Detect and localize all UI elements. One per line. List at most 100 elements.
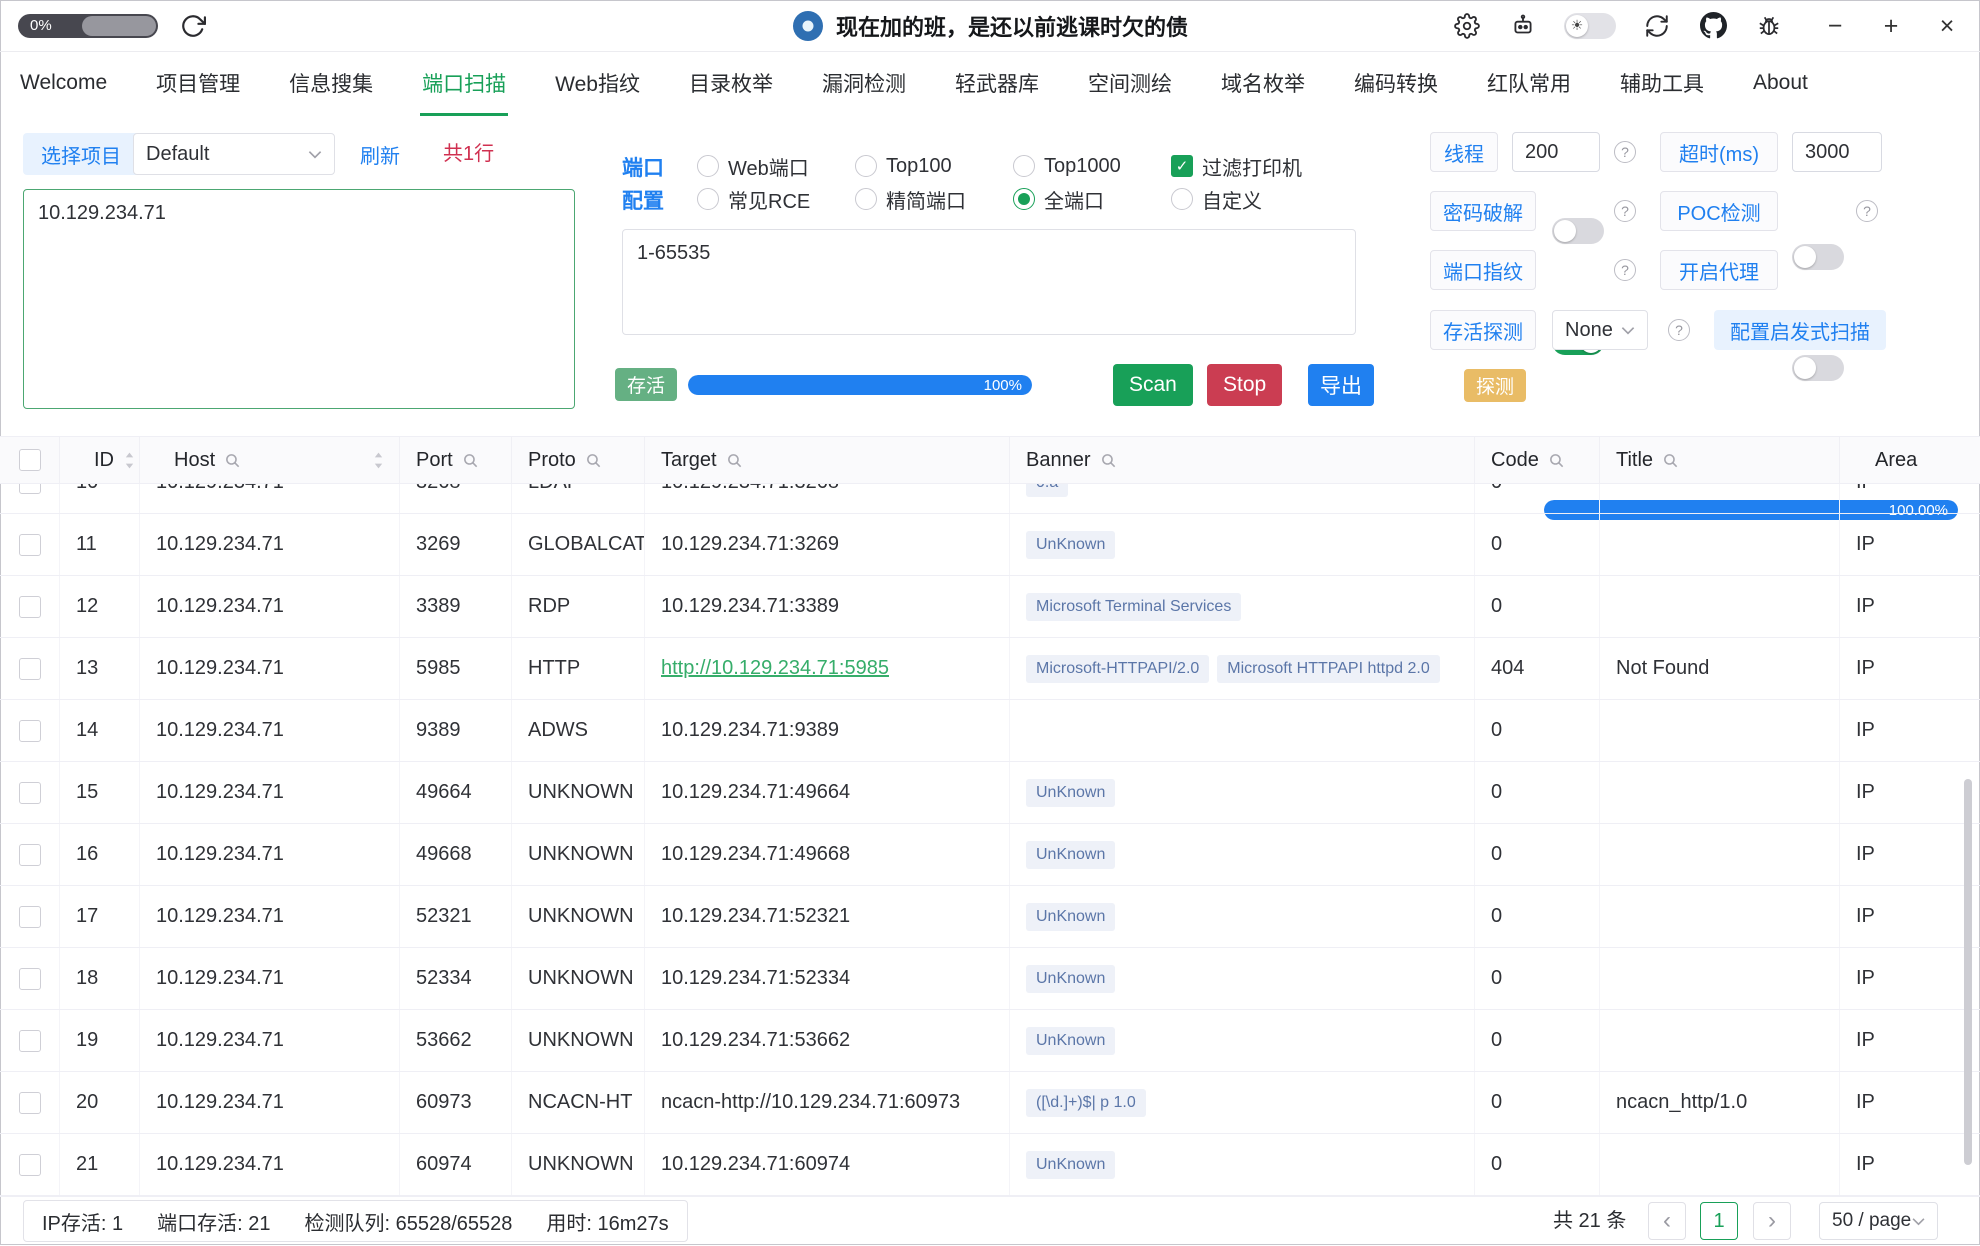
help-icon[interactable]: [1614, 200, 1636, 222]
search-icon[interactable]: [726, 452, 743, 469]
target-link[interactable]: http://10.129.234.71:5985: [661, 657, 889, 680]
nav-tab-9[interactable]: 域名枚举: [1219, 52, 1307, 116]
alive-probe-value: None: [1565, 318, 1613, 341]
column-header-port: Port: [400, 437, 512, 483]
row-checkbox[interactable]: [18, 484, 41, 494]
settings-gear-icon[interactable]: [1452, 11, 1482, 41]
row-checkbox[interactable]: [18, 1091, 41, 1114]
column-label: ID: [94, 448, 114, 471]
prev-page-button[interactable]: [1648, 1202, 1686, 1240]
row-checkbox[interactable]: [18, 843, 41, 866]
project-select[interactable]: Default: [133, 133, 335, 175]
close-button[interactable]: [1932, 11, 1962, 41]
cell-code: 0: [1475, 824, 1600, 885]
help-icon[interactable]: [1668, 319, 1690, 341]
nav-tab-7[interactable]: 轻武器库: [953, 52, 1041, 116]
sort-icon[interactable]: [123, 451, 136, 470]
sort-icon[interactable]: [372, 451, 385, 470]
search-icon[interactable]: [585, 452, 602, 469]
scan-button[interactable]: Scan: [1113, 364, 1193, 406]
proxy-toggle[interactable]: [1792, 355, 1844, 381]
row-checkbox[interactable]: [18, 1153, 41, 1176]
row-checkbox[interactable]: [18, 967, 41, 990]
cell-area: IP: [1856, 533, 1875, 555]
help-icon[interactable]: [1614, 259, 1636, 281]
minimize-button[interactable]: [1820, 11, 1850, 41]
radio-option-2-3[interactable]: 自定义: [1171, 185, 1262, 214]
row-checkbox[interactable]: [18, 657, 41, 680]
current-page[interactable]: 1: [1700, 1202, 1738, 1240]
cell-proto: GLOBALCAT: [512, 514, 645, 575]
radio-option-2-1[interactable]: 精简端口: [855, 185, 1013, 214]
titlebar: 0% 现在加的班，是还以前逃课时欠的债: [0, 0, 1980, 52]
password-crack-toggle[interactable]: [1552, 218, 1604, 244]
row-checkbox[interactable]: [18, 533, 41, 556]
alive-probe-select[interactable]: None: [1552, 310, 1648, 350]
row-checkbox[interactable]: [18, 781, 41, 804]
nav-tab-2[interactable]: 信息搜集: [287, 52, 375, 116]
nav-tab-11[interactable]: 红队常用: [1485, 52, 1573, 116]
cell-port: 49664: [400, 762, 512, 823]
sync-icon[interactable]: [1642, 11, 1672, 41]
table-scrollbar[interactable]: [1964, 779, 1972, 1165]
nav-tab-6[interactable]: 漏洞检测: [820, 52, 908, 116]
page-size-select[interactable]: 50 / page: [1819, 1202, 1938, 1240]
select-project-button[interactable]: 选择项目: [23, 133, 139, 175]
reload-icon[interactable]: [178, 11, 208, 41]
timeout-input[interactable]: [1792, 132, 1882, 172]
robot-icon[interactable]: [1508, 11, 1538, 41]
cell-id: 20: [60, 1072, 140, 1133]
stop-button[interactable]: Stop: [1207, 364, 1283, 406]
select-all-checkbox[interactable]: [18, 449, 41, 471]
refresh-button[interactable]: 刷新: [360, 133, 400, 175]
radio-icon: [855, 155, 877, 177]
page-size-value: 50 / page: [1832, 1210, 1912, 1231]
radio-option-2-2[interactable]: 全端口: [1013, 185, 1171, 214]
checkbox-option-1-3[interactable]: 过滤打印机: [1171, 152, 1302, 181]
nav-tab-8[interactable]: 空间测绘: [1086, 52, 1174, 116]
table-row: 12 10.129.234.71 3389 RDP 10.129.234.71:3389…: [0, 576, 1980, 638]
nav-tab-12[interactable]: 辅助工具: [1618, 52, 1706, 116]
nav-tab-3[interactable]: 端口扫描: [420, 52, 509, 116]
radio-option-1-2[interactable]: Top1000: [1013, 155, 1171, 178]
export-button[interactable]: 导出: [1308, 364, 1374, 406]
help-icon[interactable]: [1614, 141, 1636, 163]
poc-detect-toggle[interactable]: [1792, 244, 1844, 270]
column-header-select: [0, 437, 60, 483]
next-page-button[interactable]: [1753, 1202, 1791, 1240]
theme-toggle[interactable]: [1564, 12, 1616, 39]
row-checkbox[interactable]: [18, 719, 41, 742]
search-icon[interactable]: [462, 452, 479, 469]
bug-icon[interactable]: [1754, 11, 1784, 41]
maximize-button[interactable]: [1876, 11, 1906, 41]
nav-tab-10[interactable]: 编码转换: [1352, 52, 1440, 116]
cell-select: [0, 886, 60, 947]
cell-target: 10.129.234.71:49664: [645, 762, 1010, 823]
column-label: Port: [416, 448, 453, 471]
search-icon[interactable]: [224, 452, 241, 469]
search-icon[interactable]: [1548, 452, 1565, 469]
row-checkbox[interactable]: [18, 905, 41, 928]
table-body: 1010.129.234.713268LDAP10.129.234.71:326…: [0, 484, 1980, 1196]
radio-option-1-1[interactable]: Top100: [855, 155, 1013, 178]
cell-target: 10.129.234.71:52334: [645, 948, 1010, 1009]
github-icon[interactable]: [1698, 11, 1728, 41]
nav-tab-0[interactable]: Welcome: [18, 52, 109, 116]
nav-tab-5[interactable]: 目录枚举: [687, 52, 775, 116]
targets-input[interactable]: 10.129.234.71: [23, 189, 575, 409]
port-range-input[interactable]: 1-65535: [622, 229, 1356, 335]
thread-input[interactable]: [1512, 132, 1600, 172]
nav-tab-1[interactable]: 项目管理: [154, 52, 242, 116]
radio-option-1-0[interactable]: Web端口: [697, 152, 855, 181]
banner-tag: UnKnown: [1026, 840, 1116, 869]
search-icon[interactable]: [1662, 452, 1679, 469]
row-checkbox[interactable]: [18, 1029, 41, 1052]
row-checkbox[interactable]: [18, 595, 41, 618]
cell-host: 10.129.234.71: [140, 700, 400, 761]
help-icon[interactable]: [1856, 200, 1878, 222]
heuristic-scan-button[interactable]: 配置启发式扫描: [1714, 310, 1886, 350]
nav-tab-4[interactable]: Web指纹: [553, 52, 642, 116]
radio-option-2-0[interactable]: 常见RCE: [697, 185, 855, 214]
nav-tab-13[interactable]: About: [1751, 52, 1810, 116]
search-icon[interactable]: [1100, 452, 1117, 469]
